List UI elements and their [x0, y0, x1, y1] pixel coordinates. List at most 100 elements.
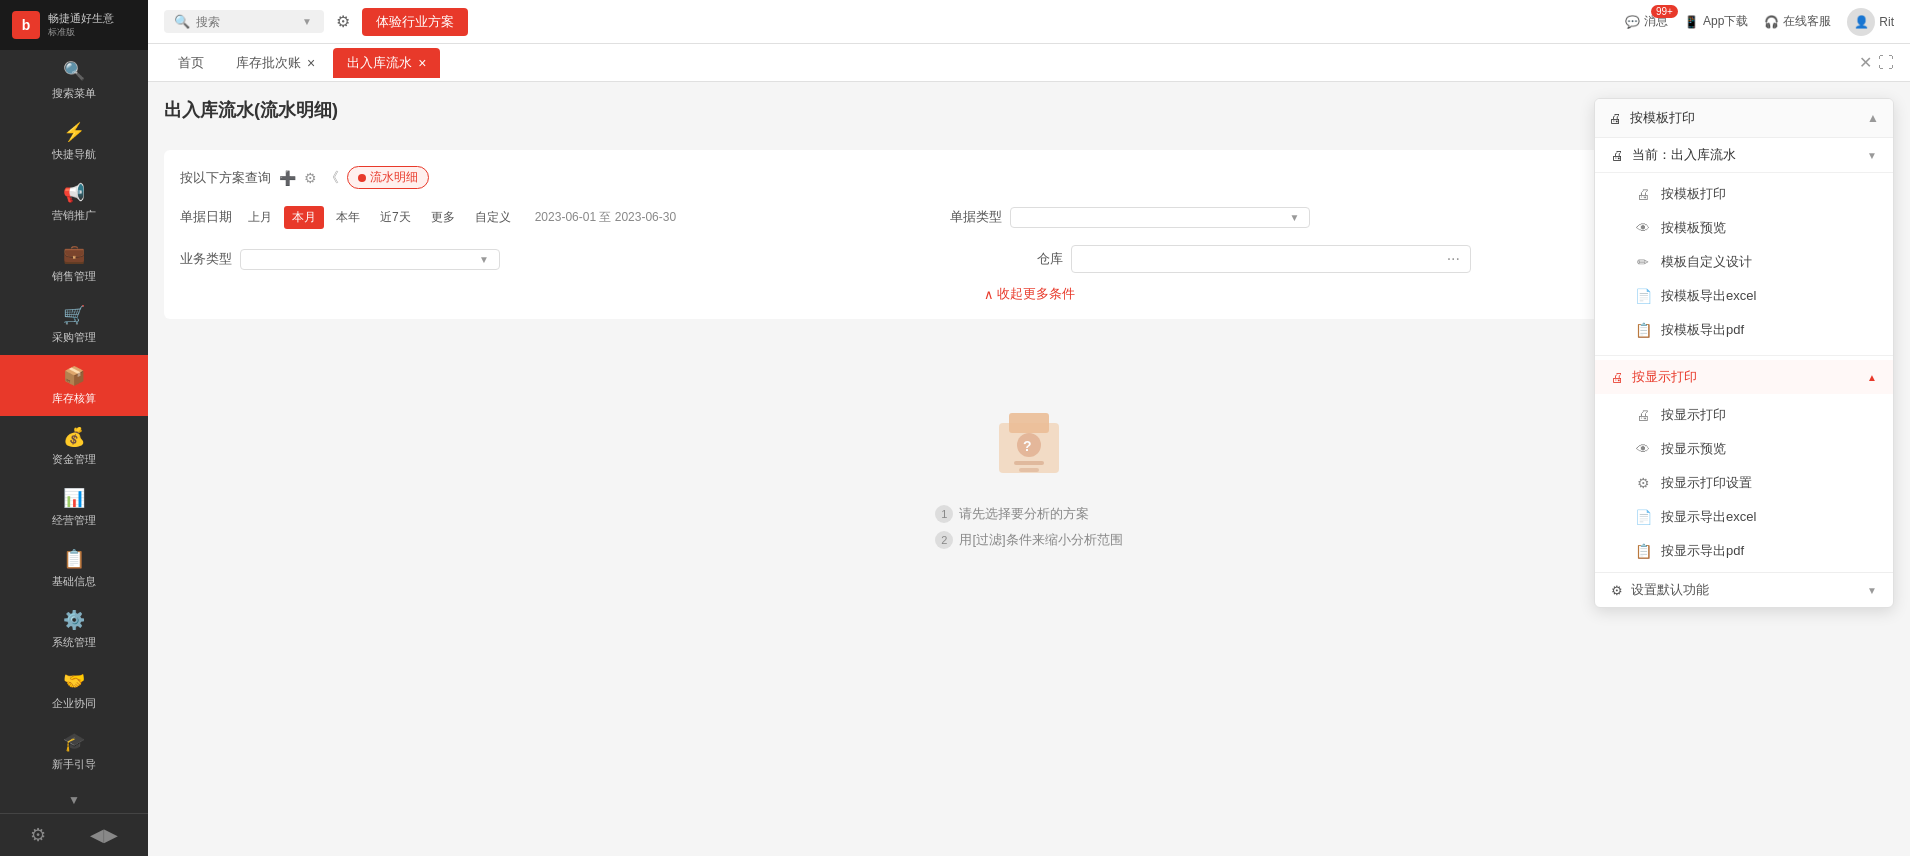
sidebar-item-inventory[interactable]: 📦 库存核算 — [0, 355, 148, 416]
display-export-pdf-btn[interactable]: 📋 按显示导出pdf — [1595, 534, 1893, 568]
online-service-btn[interactable]: 🎧 在线客服 — [1764, 13, 1831, 30]
shortcut-icon: ⚡ — [63, 121, 85, 143]
system-icon: ⚙️ — [63, 609, 85, 631]
main-area: 🔍 ▼ ⚙ 体验行业方案 💬 消息 99+ 📱 App下载 🎧 在线客服 — [148, 0, 1910, 856]
template-custom-btn[interactable]: ✏ 模板自定义设计 — [1595, 245, 1893, 279]
sidebar-item-enterprise[interactable]: 🤝 企业协同 — [0, 660, 148, 721]
chevron-up-small: ∧ — [984, 287, 994, 302]
purchase-icon: 🛒 — [63, 304, 85, 326]
date-option-7days[interactable]: 近7天 — [372, 206, 419, 229]
active-filter-tag[interactable]: 流水明细 — [347, 166, 429, 189]
sidebar-item-system[interactable]: ⚙️ 系统管理 — [0, 599, 148, 660]
dropdown-footer[interactable]: ⚙ 设置默认功能 ▼ — [1595, 572, 1893, 607]
warehouse-more-icon[interactable]: ··· — [1447, 250, 1460, 268]
current-label: 当前：出入库流水 — [1632, 146, 1736, 164]
topbar: 🔍 ▼ ⚙ 体验行业方案 💬 消息 99+ 📱 App下载 🎧 在线客服 — [148, 0, 1910, 44]
date-option-last-month[interactable]: 上月 — [240, 206, 280, 229]
avatar: 👤 — [1847, 8, 1875, 36]
collapse-text: 收起更多条件 — [997, 285, 1075, 303]
display-preview-btn[interactable]: 👁 按显示预览 — [1595, 432, 1893, 466]
sales-icon: 💼 — [63, 243, 85, 265]
sidebar-item-operations[interactable]: 📊 经营管理 — [0, 477, 148, 538]
date-option-this-month[interactable]: 本月 — [284, 206, 324, 229]
sidebar-item-basic[interactable]: 📋 基础信息 — [0, 538, 148, 599]
app-download-label: App下载 — [1703, 13, 1748, 30]
display-print-btn[interactable]: 🖨 按显示打印 — [1595, 398, 1893, 432]
sidebar-label-search: 搜索菜单 — [52, 86, 96, 101]
sidebar-item-purchase[interactable]: 🛒 采购管理 — [0, 294, 148, 355]
tab-batch[interactable]: 库存批次账 × — [222, 48, 329, 78]
sidebar-label-marketing: 营销推广 — [52, 208, 96, 223]
settings-filter-icon[interactable]: ⚙ — [304, 170, 317, 186]
warehouse-select[interactable]: ··· — [1071, 245, 1471, 273]
tab-flow-close[interactable]: × — [418, 55, 426, 71]
dropdown-panel: 🖨 按模板打印 ▲ 🖨 当前：出入库流水 ▼ 🖨 按 — [1594, 98, 1894, 608]
sidebar-item-marketing[interactable]: 📢 营销推广 — [0, 172, 148, 233]
current-arrow[interactable]: ▼ — [1867, 150, 1877, 161]
svg-rect-1 — [1009, 413, 1049, 433]
search-input[interactable] — [196, 15, 296, 29]
sidebar-item-finance[interactable]: 💰 资金管理 — [0, 416, 148, 477]
footer-icon: ⚙ — [1611, 583, 1623, 598]
type-select[interactable]: ▼ — [1010, 207, 1310, 228]
add-filter-icon[interactable]: ➕ — [279, 170, 296, 186]
user-avatar-btn[interactable]: 👤 Rit — [1847, 8, 1894, 36]
date-option-this-year[interactable]: 本年 — [328, 206, 368, 229]
settings-icon[interactable]: ⚙ — [30, 824, 46, 846]
collapse-filter-icon[interactable]: 《 — [325, 169, 339, 187]
mobile-icon: 📱 — [1684, 15, 1699, 29]
chevron-down-icon[interactable]: ▼ — [302, 16, 312, 27]
tab-batch-close[interactable]: × — [307, 55, 315, 71]
expand-tabs-btn[interactable]: ⛶ — [1878, 53, 1894, 72]
template-custom-icon: ✏ — [1635, 254, 1651, 270]
message-icon: 💬 — [1625, 15, 1640, 29]
sidebar: b 畅捷通好生意 标准版 🔍 搜索菜单 ⚡ 快捷导航 📢 营销推广 💼 销 — [0, 0, 148, 856]
sidebar-nav: 🔍 搜索菜单 ⚡ 快捷导航 📢 营销推广 💼 销售管理 🛒 采购管理 📦 — [0, 50, 148, 787]
template-export-pdf-icon: 📋 — [1635, 322, 1651, 338]
sidebar-label-shortcut: 快捷导航 — [52, 147, 96, 162]
marketing-icon: 📢 — [63, 182, 85, 204]
collapse-sidebar-icon[interactable]: ◀▶ — [90, 824, 118, 846]
topbar-settings-icon[interactable]: ⚙ — [336, 12, 350, 31]
display-print-header[interactable]: 🖨 按显示打印 ▲ — [1595, 360, 1893, 394]
dropdown-title: 按模板打印 — [1630, 109, 1695, 127]
message-btn[interactable]: 💬 消息 99+ — [1625, 13, 1668, 30]
sidebar-item-guide[interactable]: 🎓 新手引导 — [0, 721, 148, 782]
service-icon: 🎧 — [1764, 15, 1779, 29]
collapse-more-btn[interactable]: ∧ 收起更多条件 — [984, 285, 1075, 303]
search-icon: 🔍 — [174, 14, 190, 29]
template-preview-label: 按模板预览 — [1661, 219, 1726, 237]
close-all-tabs-btn[interactable]: ✕ — [1859, 53, 1872, 72]
date-option-custom[interactable]: 自定义 — [467, 206, 519, 229]
empty-hint-1: 1 请先选择要分析的方案 — [935, 505, 1122, 523]
dropdown-divider — [1595, 355, 1893, 356]
tab-flow[interactable]: 出入库流水 × — [333, 48, 440, 78]
template-print-btn[interactable]: 🖨 按模板打印 — [1595, 177, 1893, 211]
empty-hint-2: 2 用[过滤]条件来缩小分析范围 — [935, 531, 1122, 549]
biz-type-select[interactable]: ▼ — [240, 249, 500, 270]
tab-batch-label: 库存批次账 — [236, 54, 301, 72]
logo-text: 畅捷通好生意 — [48, 11, 114, 26]
template-export-excel-btn[interactable]: 📄 按模板导出excel — [1595, 279, 1893, 313]
experience-btn[interactable]: 体验行业方案 — [362, 8, 468, 36]
display-print-settings-btn[interactable]: ⚙ 按显示打印设置 — [1595, 466, 1893, 500]
sidebar-item-sales[interactable]: 💼 销售管理 — [0, 233, 148, 294]
logo-badge: 标准版 — [48, 26, 114, 39]
display-preview-icon: 👁 — [1635, 441, 1651, 457]
dropdown-chevron-up[interactable]: ▲ — [1867, 111, 1879, 125]
date-option-more[interactable]: 更多 — [423, 206, 463, 229]
template-preview-btn[interactable]: 👁 按模板预览 — [1595, 211, 1893, 245]
message-badge: 99+ — [1651, 5, 1678, 18]
template-export-pdf-btn[interactable]: 📋 按模板导出pdf — [1595, 313, 1893, 347]
app-download-btn[interactable]: 📱 App下载 — [1684, 13, 1748, 30]
filter-tag-label: 流水明细 — [370, 169, 418, 186]
app-logo: b 畅捷通好生意 标准版 — [0, 0, 148, 50]
tab-home[interactable]: 首页 — [164, 48, 218, 78]
sidebar-item-shortcut[interactable]: ⚡ 快捷导航 — [0, 111, 148, 172]
sidebar-item-search[interactable]: 🔍 搜索菜单 — [0, 50, 148, 111]
topbar-search[interactable]: 🔍 ▼ — [164, 10, 324, 33]
sidebar-scroll-down[interactable]: ▼ — [0, 787, 148, 813]
online-service-label: 在线客服 — [1783, 13, 1831, 30]
display-export-excel-btn[interactable]: 📄 按显示导出excel — [1595, 500, 1893, 534]
date-range: 2023-06-01 至 2023-06-30 — [535, 209, 676, 226]
